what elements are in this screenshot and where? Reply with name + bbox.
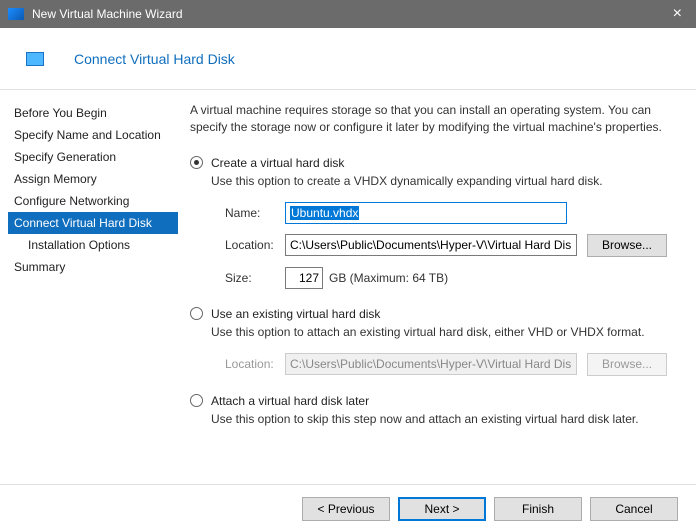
finish-button[interactable]: Finish <box>494 497 582 521</box>
option-head[interactable]: Use an existing virtual hard disk <box>190 307 678 321</box>
step-assign-memory[interactable]: Assign Memory <box>8 168 178 190</box>
option-label: Create a virtual hard disk <box>211 156 344 170</box>
size-suffix: GB (Maximum: 64 TB) <box>329 271 448 285</box>
option-desc: Use this option to create a VHDX dynamic… <box>211 174 678 188</box>
step-configure-networking[interactable]: Configure Networking <box>8 190 178 212</box>
step-connect-virtual-hard-disk[interactable]: Connect Virtual Hard Disk <box>8 212 178 234</box>
step-specify-generation[interactable]: Specify Generation <box>8 146 178 168</box>
location-input-disabled <box>285 353 577 375</box>
close-icon[interactable]: × <box>667 5 688 23</box>
previous-button[interactable]: < Previous <box>302 497 390 521</box>
page-title: Connect Virtual Hard Disk <box>74 51 235 67</box>
option-label: Attach a virtual hard disk later <box>211 394 369 408</box>
option-attach-later: Attach a virtual hard disk later Use thi… <box>190 394 678 426</box>
location-label: Location: <box>225 238 285 252</box>
step-summary[interactable]: Summary <box>8 256 178 278</box>
browse-button[interactable]: Browse... <box>587 234 667 257</box>
radio-attach-later[interactable] <box>190 394 203 407</box>
row-location: Location: Browse... <box>225 234 678 257</box>
main-panel: A virtual machine requires storage so th… <box>178 90 696 484</box>
app-icon <box>8 8 24 20</box>
step-specify-name-location[interactable]: Specify Name and Location <box>8 124 178 146</box>
cancel-button[interactable]: Cancel <box>590 497 678 521</box>
name-input[interactable]: Ubuntu.vhdx <box>285 202 567 224</box>
wizard-footer: < Previous Next > Finish Cancel <box>0 484 696 532</box>
step-before-you-begin[interactable]: Before You Begin <box>8 102 178 124</box>
row-name: Name: Ubuntu.vhdx <box>225 202 678 224</box>
radio-existing-disk[interactable] <box>190 307 203 320</box>
option-desc: Use this option to skip this step now an… <box>211 412 678 426</box>
browse-button-disabled: Browse... <box>587 353 667 376</box>
titlebar: New Virtual Machine Wizard × <box>0 0 696 28</box>
intro-text: A virtual machine requires storage so th… <box>190 102 678 136</box>
wizard-icon <box>26 52 44 66</box>
option-label: Use an existing virtual hard disk <box>211 307 380 321</box>
option-existing-disk: Use an existing virtual hard disk Use th… <box>190 307 678 376</box>
create-disk-form: Name: Ubuntu.vhdx Location: Browse... Si… <box>225 202 678 289</box>
step-installation-options[interactable]: Installation Options <box>8 234 178 256</box>
option-head[interactable]: Attach a virtual hard disk later <box>190 394 678 408</box>
location-label: Location: <box>225 357 285 371</box>
size-input[interactable] <box>285 267 323 289</box>
location-input[interactable] <box>285 234 577 256</box>
option-create-disk: Create a virtual hard disk Use this opti… <box>190 156 678 289</box>
wizard-header: Connect Virtual Hard Disk <box>0 28 696 90</box>
content: Before You Begin Specify Name and Locati… <box>0 90 696 484</box>
option-desc: Use this option to attach an existing vi… <box>211 325 678 339</box>
existing-disk-form: Location: Browse... <box>225 353 678 376</box>
size-label: Size: <box>225 271 285 285</box>
wizard-steps: Before You Begin Specify Name and Locati… <box>0 90 178 484</box>
row-size: Size: GB (Maximum: 64 TB) <box>225 267 678 289</box>
window-title: New Virtual Machine Wizard <box>32 7 667 21</box>
row-location-existing: Location: Browse... <box>225 353 678 376</box>
option-head[interactable]: Create a virtual hard disk <box>190 156 678 170</box>
radio-create-disk[interactable] <box>190 156 203 169</box>
name-label: Name: <box>225 206 285 220</box>
next-button[interactable]: Next > <box>398 497 486 521</box>
